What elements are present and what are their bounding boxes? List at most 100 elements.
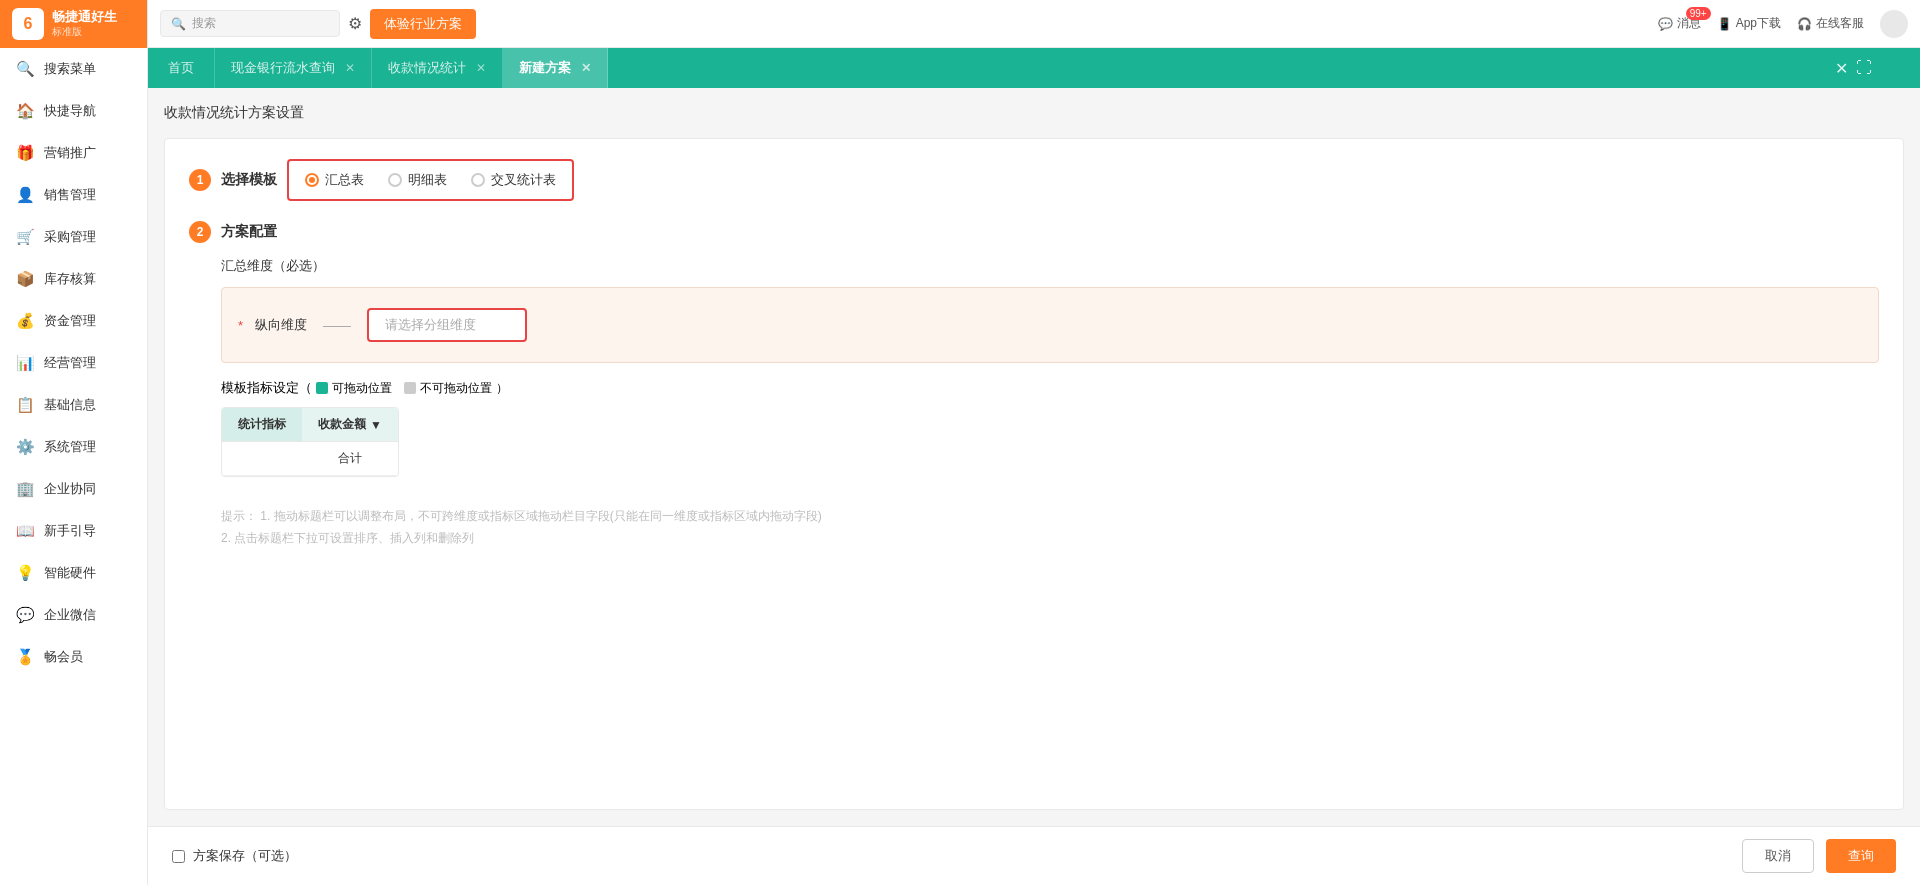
support-label: 在线客服 [1816,15,1864,32]
step2-number: 2 [189,221,211,243]
logo-text: 畅捷通好生 [52,9,117,25]
sidebar-item-marketing[interactable]: 🎁 营销推广 [0,132,147,174]
sidebar-icon-marketing: 🎁 [16,144,34,162]
movable-indicator [316,382,328,394]
close-tab-payment-stats-icon[interactable]: ✕ [476,61,486,75]
col1-label: 收款金额 [318,416,366,433]
save-checkbox[interactable] [172,850,185,863]
search-icon: 🔍 [171,17,186,31]
support-btn[interactable]: 🎧 在线客服 [1797,15,1864,32]
industry-btn[interactable]: 体验行业方案 [370,9,476,39]
sidebar-item-purchase[interactable]: 🛒 采购管理 [0,216,147,258]
support-icon: 🎧 [1797,17,1812,31]
template-summary[interactable]: 汇总表 [305,171,364,189]
cancel-button[interactable]: 取消 [1742,839,1814,873]
footer-buttons: 取消 查询 [1742,839,1896,873]
sidebar-label-purchase: 采购管理 [44,228,96,246]
tab-label-payment-stats: 收款情况统计 [388,59,466,77]
tab-payment-stats[interactable]: 收款情况统计 ✕ [372,48,503,88]
maximize-icon[interactable]: ⛶ [1856,59,1872,77]
sidebar-icon-sales: 👤 [16,186,34,204]
sidebar-label-guide: 新手引导 [44,522,96,540]
template-cross[interactable]: 交叉统计表 [471,171,556,189]
sidebar-item-inventory[interactable]: 📦库存核算 [0,258,147,300]
hint-2: 2. 点击标题栏下拉可设置排序、插入列和删除列 [221,528,1879,550]
dim-arrow: —— [323,317,351,333]
step1-header: 1 选择模板 汇总表 明细表 [189,159,1879,201]
user-avatar[interactable] [1880,10,1908,38]
metrics-movable-hint: 可拖动位置 [332,380,392,397]
sidebar-item-guide[interactable]: 📖 新手引导 [0,510,147,552]
sidebar-item-hardware[interactable]: 💡智能硬件 [0,552,147,594]
step1-title: 选择模板 [221,171,277,189]
sidebar-icon-hardware: 💡 [16,564,34,582]
download-label: App下载 [1736,15,1781,32]
hint-area: 提示： 1. 拖动标题栏可以调整布局，不可跨维度或指标区域拖动栏目字段(只能在同… [221,496,1879,559]
sidebar-item-sales[interactable]: 👤 销售管理 [0,174,147,216]
sidebar-item-search-menu[interactable]: 🔍搜索菜单 [0,48,147,90]
sidebar: 6 畅捷通好生 标准版 🔍搜索菜单🏠快捷导航🎁营销推广👤销售管理🛒采购管理📦库存… [0,0,148,885]
query-button[interactable]: 查询 [1826,839,1896,873]
metrics-table: 统计指标 收款金额 ▼ [222,408,398,476]
sidebar-label-sales: 销售管理 [44,186,96,204]
dimension-title: 汇总维度（必选） [221,257,1879,275]
metrics-fixed-hint: 不可拖动位置 [420,380,492,397]
sidebar-label-member: 畅会员 [44,648,83,666]
sidebar-item-wechat[interactable]: 💬企业微信 [0,594,147,636]
top-header: 🔍 搜索 ⚙ 体验行业方案 💬 消息 99+ 📱 App下载 🎧 在线客服 [148,0,1920,48]
template-detail[interactable]: 明细表 [388,171,447,189]
tab-label-bank-flow: 现金银行流水查询 [231,59,335,77]
tab-bar-end: ✕ ⛶ [1835,48,1880,88]
metrics-col1-header[interactable]: 收款金额 ▼ [302,408,398,442]
dim-select[interactable]: 请选择分组维度 [367,308,527,342]
step1-number: 1 [189,169,211,191]
content-area: 收款情况统计方案设置 1 选择模板 汇总表 [148,88,1920,826]
gear-icon[interactable]: ⚙ [348,14,362,33]
tab-bank-flow[interactable]: 现金银行流水查询 ✕ [215,48,372,88]
page-title: 收款情况统计方案设置 [164,104,1904,122]
sidebar-item-enterprise[interactable]: 🏢企业协同 [0,468,147,510]
sidebar-label-marketing: 营销推广 [44,144,96,162]
message-icon: 💬 [1658,17,1673,31]
close-tab-new-plan-icon[interactable]: ✕ [581,61,591,75]
sidebar-icon-quick-nav: 🏠 [16,102,34,120]
notification-btn[interactable]: 💬 消息 99+ [1658,15,1701,32]
notification-badge: 99+ [1686,7,1711,20]
dim-vertical-label: 纵向维度 [255,316,307,334]
metrics-label: 模板指标设定（ [221,379,312,397]
close-window-icon[interactable]: ✕ [1835,59,1848,78]
sidebar-label-quick-nav: 快捷导航 [44,102,96,120]
sidebar-item-basic-info[interactable]: 📋基础信息 [0,384,147,426]
main-area: 🔍 搜索 ⚙ 体验行业方案 💬 消息 99+ 📱 App下载 🎧 在线客服 首页… [148,0,1920,885]
sidebar-item-system[interactable]: ⚙️系统管理 [0,426,147,468]
sidebar-icon-basic-info: 📋 [16,396,34,414]
radio-detail-label: 明细表 [408,171,447,189]
sidebar-item-member[interactable]: 🏅畅会员 [0,636,147,678]
sidebar-label-inventory: 库存核算 [44,270,96,288]
tab-home[interactable]: 首页 [148,48,215,88]
sidebar-label-search-menu: 搜索菜单 [44,60,96,78]
sidebar-item-operation[interactable]: 📊经营管理 [0,342,147,384]
sidebar-item-finance[interactable]: 💰资金管理 [0,300,147,342]
search-bar[interactable]: 🔍 搜索 [160,10,340,37]
metrics-paren-close: ） [496,380,508,397]
radio-cross-label: 交叉统计表 [491,171,556,189]
sidebar-icon-purchase: 🛒 [16,228,34,246]
sidebar-label-finance: 资金管理 [44,312,96,330]
tab-bar: 首页现金银行流水查询✕收款情况统计✕新建方案✕ ✕ ⛶ [148,48,1920,88]
dimension-area: * 纵向维度 —— 请选择分组维度 [221,287,1879,363]
col1-header-content: 收款金额 ▼ [318,416,382,433]
sidebar-item-quick-nav[interactable]: 🏠 快捷导航 [0,90,147,132]
step2-header: 2 方案配置 [189,221,1879,243]
radio-cross-circle [471,173,485,187]
save-label: 方案保存（可选） [193,847,297,865]
metrics-header-label: 统计指标 [222,408,302,442]
tab-new-plan[interactable]: 新建方案✕ [503,48,608,88]
sidebar-icon-guide: 📖 [16,522,34,540]
download-btn[interactable]: 📱 App下载 [1717,15,1781,32]
dim-required-mark: * [238,318,243,333]
template-options: 汇总表 明细表 交叉统计表 [287,159,574,201]
close-tab-bank-flow-icon[interactable]: ✕ [345,61,355,75]
logo-icon: 6 [12,8,44,40]
radio-summary-circle [305,173,319,187]
